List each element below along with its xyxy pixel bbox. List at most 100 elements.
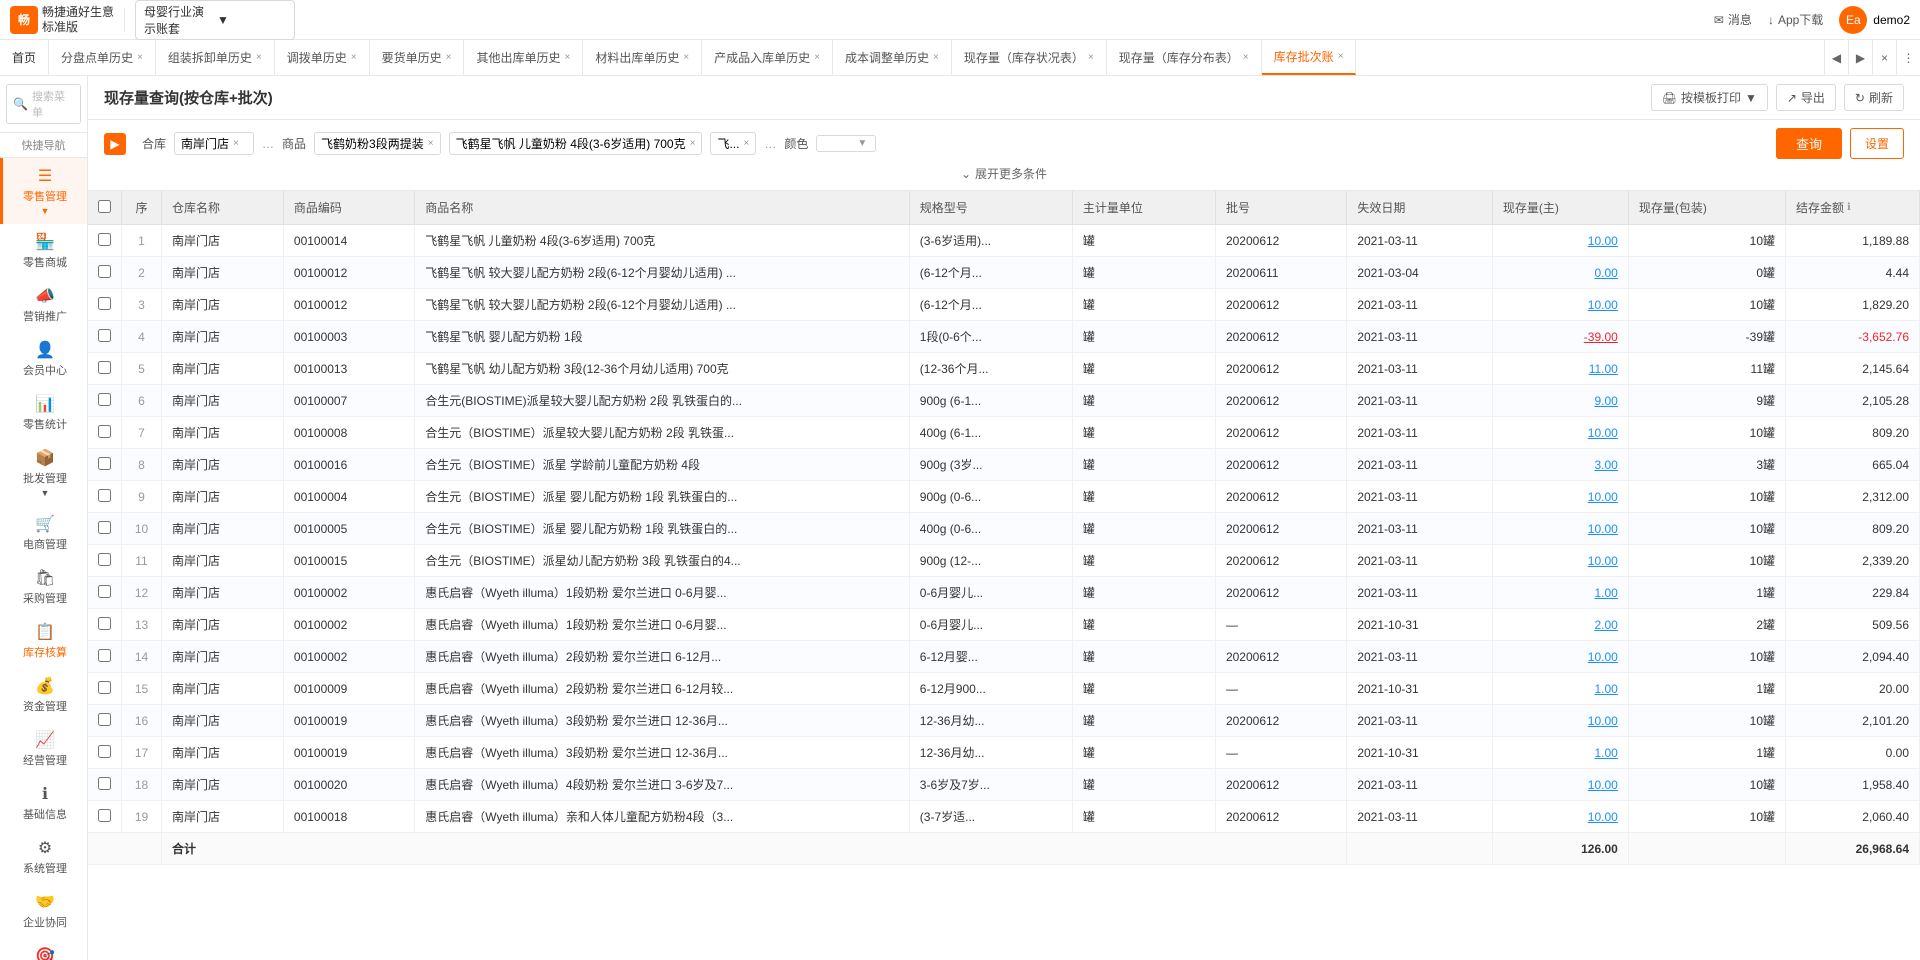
tab-chengben[interactable]: 成本调整单历史 × [833,40,952,75]
product-more-close-icon[interactable]: × [743,138,749,149]
filter-toggle-button[interactable]: ▶ [104,133,126,155]
close-icon[interactable]: × [137,52,143,63]
row-qty-main[interactable]: 10.00 [1492,289,1628,321]
sidebar-item-member[interactable]: 👤 会员中心 [0,332,87,386]
user-profile[interactable]: Ea demo2 [1839,6,1910,34]
sidebar-item-retail-stats[interactable]: 📊 零售统计 [0,386,87,440]
row-checkbox[interactable] [88,481,122,513]
row-checkbox[interactable] [88,417,122,449]
close-icon[interactable]: × [814,52,820,63]
row-checkbox[interactable] [88,513,122,545]
tab-xiancunliang-status[interactable]: 现存量（库存状况表） × [952,40,1107,75]
close-icon[interactable]: × [446,52,452,63]
tab-home[interactable]: 首页 [0,40,49,75]
tab-yaohuo[interactable]: 要货单历史 × [370,40,465,75]
close-icon[interactable]: × [1243,52,1249,63]
app-download-button[interactable]: ↓ App下载 [1768,11,1823,28]
product-tag-2[interactable]: 飞鹤星飞帆 儿童奶粉 4段(3-6岁适用) 700克 × [449,132,703,155]
row-qty-main[interactable]: 10.00 [1492,641,1628,673]
select-all-checkbox[interactable] [98,200,111,213]
row-checkbox[interactable] [88,321,122,353]
tab-fenpan[interactable]: 分盘点单历史 × [49,40,156,75]
sidebar-item-guide[interactable]: 🎯 新手引导 [0,938,87,960]
close-icon[interactable]: × [256,52,262,63]
row-checkbox[interactable] [88,801,122,833]
sidebar-item-finance[interactable]: 💰 资金管理 [0,668,87,722]
query-button[interactable]: 查询 [1776,128,1842,159]
sidebar-quick-nav[interactable]: 快捷导航 [0,133,87,158]
row-qty-main[interactable]: 10.00 [1492,545,1628,577]
export-button[interactable]: ↗ 导出 [1776,84,1836,111]
row-checkbox[interactable] [88,385,122,417]
sidebar-item-operations[interactable]: 📈 经营管理 [0,722,87,776]
row-checkbox[interactable] [88,545,122,577]
nav-prev-button[interactable]: ◀ [1824,40,1848,76]
row-qty-main[interactable]: -39.00 [1492,321,1628,353]
setting-button[interactable]: 设置 [1850,128,1904,159]
row-qty-main[interactable]: 9.00 [1492,385,1628,417]
row-qty-main[interactable]: 10.00 [1492,513,1628,545]
row-qty-main[interactable]: 1.00 [1492,673,1628,705]
refresh-button[interactable]: ↻ 刷新 [1844,84,1904,111]
tab-cailiao[interactable]: 材料出库单历史 × [583,40,702,75]
product-tag-more[interactable]: 飞... × [710,132,756,155]
product1-close-icon[interactable]: × [428,138,434,149]
row-checkbox[interactable] [88,225,122,257]
sidebar-item-ecommerce[interactable]: 🛒 电商管理 [0,506,87,560]
row-qty-main[interactable]: 10.00 [1492,769,1628,801]
row-checkbox[interactable] [88,257,122,289]
row-checkbox[interactable] [88,737,122,769]
warehouse-more[interactable]: … [262,137,274,151]
template-print-button[interactable]: 🖨 按模板打印 ▼ [1651,84,1768,111]
sidebar-item-basic-info[interactable]: ℹ 基础信息 [0,776,87,830]
warehouse-close-icon[interactable]: × [233,138,239,149]
row-checkbox[interactable] [88,705,122,737]
nav-close-button[interactable]: × [1872,40,1896,76]
tab-zuzhuang[interactable]: 组装拆卸单历史 × [156,40,275,75]
row-checkbox[interactable] [88,641,122,673]
tab-chanchengpin[interactable]: 产成品入库单历史 × [702,40,833,75]
org-selector[interactable]: 母婴行业演示账套 ▼ [135,0,295,40]
product-tag-1[interactable]: 飞鹤奶粉3段两提装 × [314,132,441,155]
row-qty-main[interactable]: 10.00 [1492,225,1628,257]
row-qty-main[interactable]: 11.00 [1492,353,1628,385]
tab-qitachuku[interactable]: 其他出库单历史 × [464,40,583,75]
row-qty-main[interactable]: 10.00 [1492,481,1628,513]
close-icon[interactable]: × [564,52,570,63]
expand-more-button[interactable]: ⌄ 展开更多条件 [104,165,1904,182]
nav-more-button[interactable]: ⋮ [1896,40,1920,76]
sidebar-item-purchase[interactable]: 🛍 采购管理 [0,560,87,614]
row-qty-main[interactable]: 1.00 [1492,737,1628,769]
row-qty-main[interactable]: 0.00 [1492,257,1628,289]
row-checkbox[interactable] [88,769,122,801]
row-qty-main[interactable]: 10.00 [1492,801,1628,833]
sidebar-item-marketing[interactable]: 📣 营销推广 [0,278,87,332]
sidebar-item-collab[interactable]: 🤝 企业协同 [0,884,87,938]
nav-next-button[interactable]: ▶ [1848,40,1872,76]
sidebar-item-inventory[interactable]: 📋 库存核算 [0,614,87,668]
product2-close-icon[interactable]: × [690,138,696,149]
row-checkbox[interactable] [88,289,122,321]
tab-xiancunliang-dist[interactable]: 现存量（库存分布表） × [1107,40,1262,75]
close-icon[interactable]: × [1088,52,1094,63]
row-qty-main[interactable]: 10.00 [1492,705,1628,737]
sidebar-item-retail-mall[interactable]: 🏪 零售商城 [0,224,87,278]
color-filter[interactable]: ▼ [816,135,876,152]
row-checkbox[interactable] [88,609,122,641]
tab-kucun-pici[interactable]: 库存批次账 × [1262,40,1357,75]
row-checkbox[interactable] [88,353,122,385]
close-icon[interactable]: × [683,52,689,63]
close-icon[interactable]: × [1338,51,1344,62]
sidebar-item-wholesale[interactable]: 📦 批发管理 ▼ [0,440,87,506]
tab-diaobodanhistory[interactable]: 调拨单历史 × [275,40,370,75]
row-checkbox[interactable] [88,449,122,481]
amount-info-icon[interactable]: ℹ [1847,202,1851,213]
close-icon[interactable]: × [933,52,939,63]
warehouse-filter[interactable]: 南岸门店 × [174,132,254,155]
row-checkbox[interactable] [88,577,122,609]
close-icon[interactable]: × [351,52,357,63]
row-qty-main[interactable]: 2.00 [1492,609,1628,641]
search-input[interactable]: 🔍 搜索菜单 [6,84,81,124]
row-qty-main[interactable]: 1.00 [1492,577,1628,609]
row-qty-main[interactable]: 3.00 [1492,449,1628,481]
